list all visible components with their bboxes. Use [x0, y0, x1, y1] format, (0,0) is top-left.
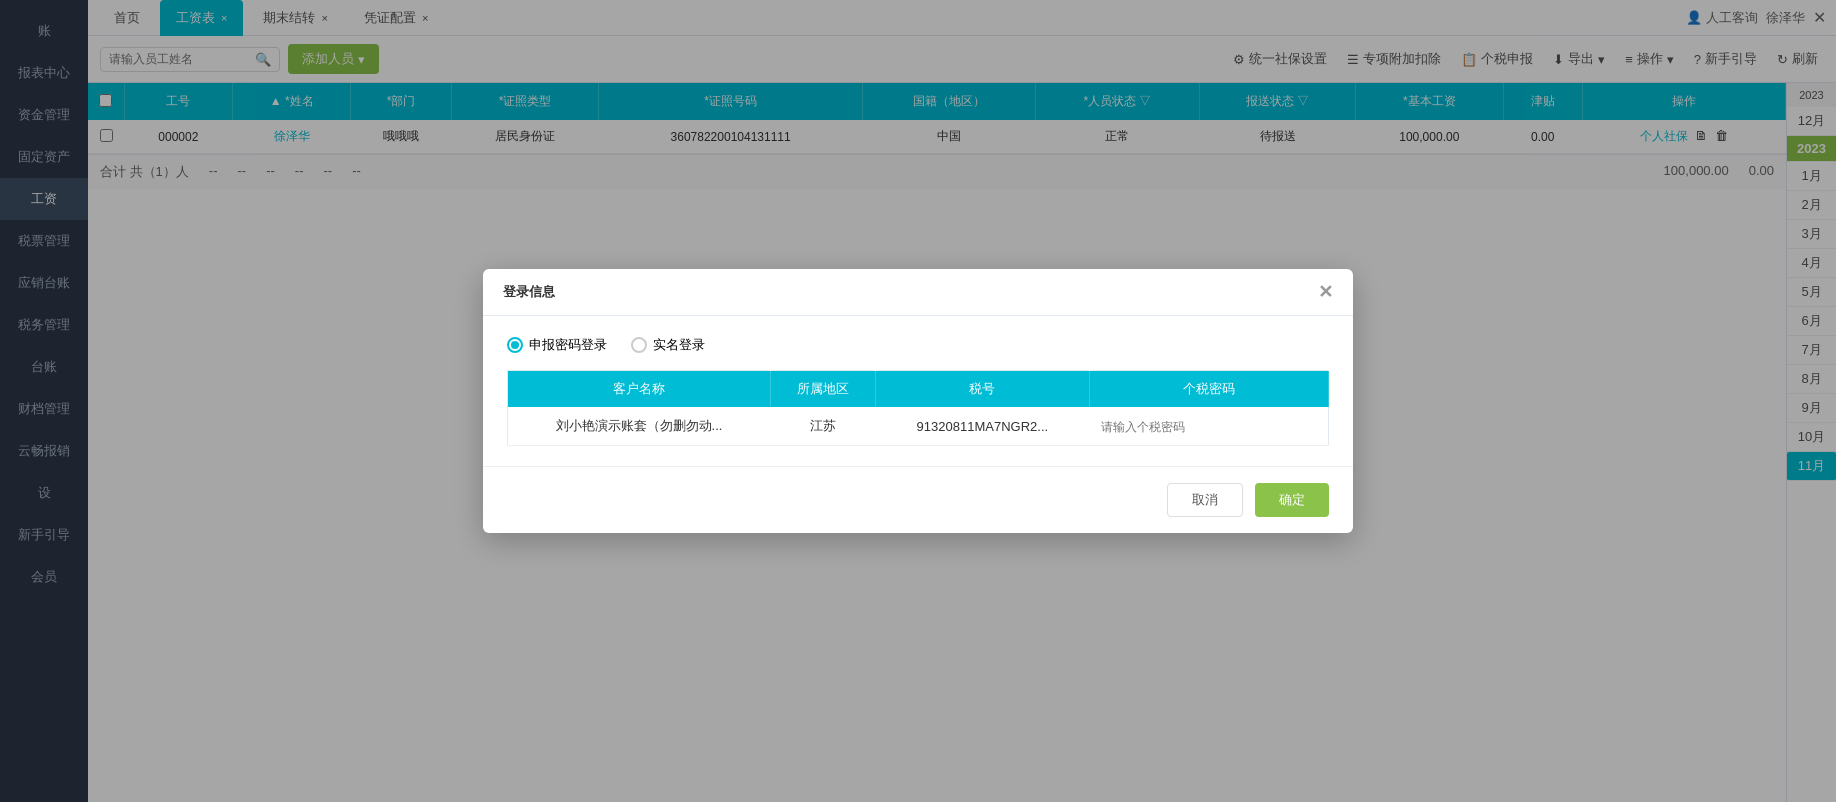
col-tax-id: 税号 — [876, 371, 1089, 408]
col-region: 所属地区 — [770, 371, 876, 408]
radio-realname-label: 实名登录 — [653, 336, 705, 354]
dialog-header: 登录信息 ✕ — [483, 269, 1353, 316]
radio-realname-login[interactable]: 实名登录 — [631, 336, 705, 354]
confirm-button[interactable]: 确定 — [1255, 483, 1329, 517]
login-table-row: 刘小艳演示账套（勿删勿动... 江苏 91320811MA7NGR2... — [508, 407, 1329, 446]
radio-realname-dot — [631, 337, 647, 353]
tax-id-cell: 91320811MA7NGR2... — [876, 407, 1089, 446]
cancel-button[interactable]: 取消 — [1167, 483, 1243, 517]
modal-overlay: 登录信息 ✕ 申报密码登录 实名登录 客户名称 所属 — [0, 0, 1836, 802]
radio-password-dot — [507, 337, 523, 353]
password-cell[interactable] — [1089, 407, 1328, 446]
login-table: 客户名称 所属地区 税号 个税密码 刘小艳演示账套（勿删勿动... 江苏 913… — [507, 370, 1329, 446]
col-password: 个税密码 — [1089, 371, 1328, 408]
client-name-cell: 刘小艳演示账套（勿删勿动... — [508, 407, 771, 446]
region-cell: 江苏 — [770, 407, 876, 446]
radio-group: 申报密码登录 实名登录 — [507, 336, 1329, 354]
dialog-body: 申报密码登录 实名登录 客户名称 所属地区 税号 个税密码 — [483, 316, 1353, 466]
radio-password-label: 申报密码登录 — [529, 336, 607, 354]
dialog-footer: 取消 确定 — [483, 466, 1353, 533]
password-input[interactable] — [1101, 420, 1316, 434]
col-client-name: 客户名称 — [508, 371, 771, 408]
login-dialog: 登录信息 ✕ 申报密码登录 实名登录 客户名称 所属 — [483, 269, 1353, 533]
dialog-title: 登录信息 — [503, 283, 555, 301]
radio-password-login[interactable]: 申报密码登录 — [507, 336, 607, 354]
dialog-close-button[interactable]: ✕ — [1318, 283, 1333, 301]
